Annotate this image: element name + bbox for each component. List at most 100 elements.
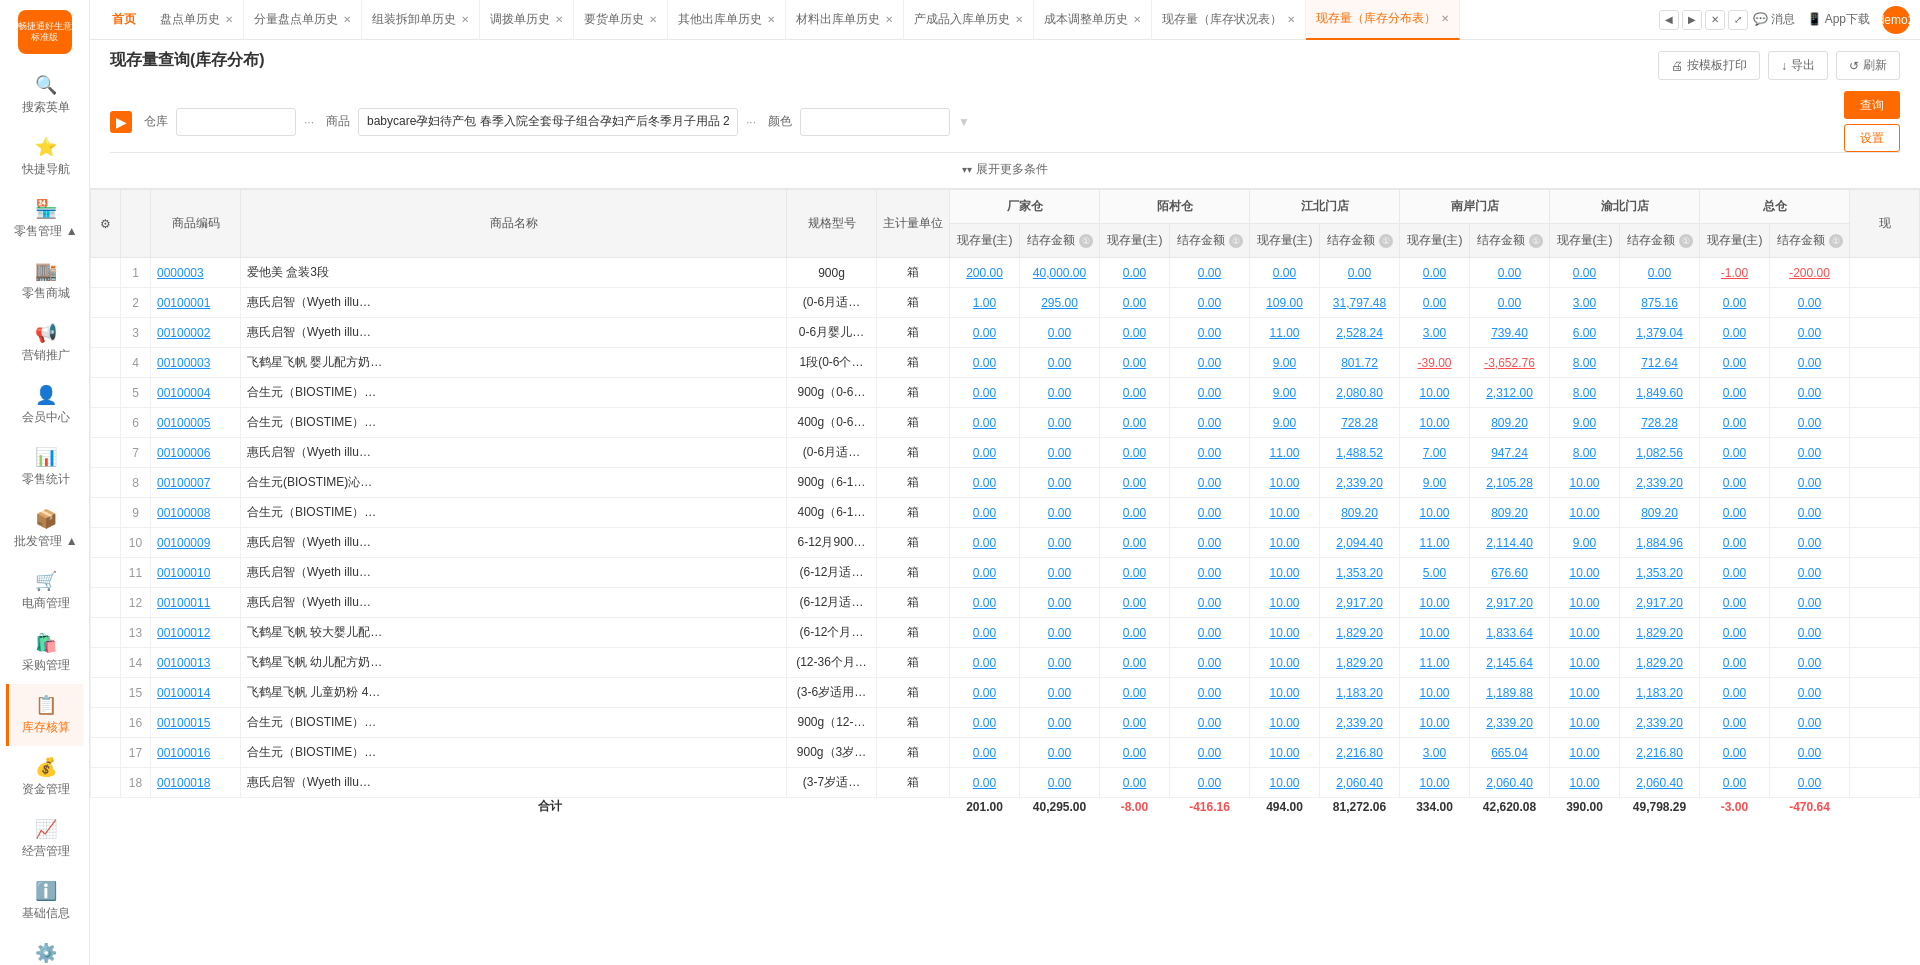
table-cell[interactable]: 5.00	[1400, 558, 1470, 588]
table-cell[interactable]: 9.00	[1550, 408, 1620, 438]
table-cell[interactable]: 0.00	[950, 318, 1020, 348]
table-cell[interactable]: 0.00	[1700, 378, 1770, 408]
table-cell[interactable]: 10.00	[1550, 468, 1620, 498]
row-code[interactable]: 00100014	[151, 678, 241, 708]
table-cell[interactable]: 2,528.24	[1320, 318, 1400, 348]
table-cell[interactable]: 2,339.20	[1620, 708, 1700, 738]
row-settings[interactable]	[91, 318, 121, 348]
query-button[interactable]: 查询	[1844, 91, 1900, 119]
table-cell[interactable]: 2,114.40	[1470, 528, 1550, 558]
table-cell[interactable]: 0.00	[950, 528, 1020, 558]
table-cell[interactable]: 0.00	[1770, 648, 1850, 678]
table-cell[interactable]: 0.00	[1100, 708, 1170, 738]
table-cell[interactable]: 0.00	[1100, 588, 1170, 618]
table-cell[interactable]: 0.00	[1400, 258, 1470, 288]
table-cell[interactable]: 801.72	[1320, 348, 1400, 378]
sidebar-item-search[interactable]: 🔍搜索英单	[6, 64, 82, 126]
table-cell[interactable]: 676.60	[1470, 558, 1550, 588]
nav-tab-8[interactable]: 成本调整单历史✕	[1034, 0, 1152, 40]
table-cell[interactable]: 10.00	[1550, 618, 1620, 648]
nav-tab-close-10[interactable]: ✕	[1441, 13, 1449, 24]
table-cell[interactable]: 1,829.20	[1620, 618, 1700, 648]
row-settings[interactable]	[91, 678, 121, 708]
table-cell[interactable]: 2,145.64	[1470, 648, 1550, 678]
table-cell[interactable]: 0.00	[1700, 558, 1770, 588]
table-cell[interactable]: 3.00	[1550, 288, 1620, 318]
table-cell[interactable]: 0.00	[1100, 258, 1170, 288]
table-cell[interactable]: 0.00	[1170, 528, 1250, 558]
row-settings[interactable]	[91, 768, 121, 798]
table-cell[interactable]: 2,339.20	[1470, 708, 1550, 738]
table-cell[interactable]: 0.00	[1700, 738, 1770, 768]
nav-close[interactable]: ✕	[1705, 10, 1725, 30]
table-cell[interactable]: 809.20	[1320, 498, 1400, 528]
table-cell[interactable]: 109.00	[1250, 288, 1320, 318]
row-code[interactable]: 00100002	[151, 318, 241, 348]
table-cell[interactable]: 2,312.00	[1470, 378, 1550, 408]
row-settings[interactable]	[91, 708, 121, 738]
table-cell[interactable]: 0.00	[950, 378, 1020, 408]
nav-arrow-right[interactable]: ▶	[1682, 10, 1702, 30]
table-cell[interactable]: 0.00	[1020, 348, 1100, 378]
row-settings[interactable]	[91, 468, 121, 498]
table-cell[interactable]: 0.00	[1170, 708, 1250, 738]
sidebar-item-wholesale[interactable]: 📦批发管理 ▲	[6, 498, 82, 560]
table-cell[interactable]: 11.00	[1250, 318, 1320, 348]
table-cell[interactable]: 0.00	[1100, 438, 1170, 468]
table-cell[interactable]: 0.00	[1020, 528, 1100, 558]
table-cell[interactable]: 0.00	[1170, 768, 1250, 798]
table-cell[interactable]: 1,488.52	[1320, 438, 1400, 468]
table-cell[interactable]: 0.00	[1700, 468, 1770, 498]
row-code[interactable]: 00100011	[151, 588, 241, 618]
row-code[interactable]: 00100007	[151, 468, 241, 498]
table-cell[interactable]: 0.00	[1020, 618, 1100, 648]
table-cell[interactable]: 10.00	[1250, 768, 1320, 798]
table-cell[interactable]: 809.20	[1470, 498, 1550, 528]
table-cell[interactable]: 0.00	[950, 408, 1020, 438]
table-cell[interactable]: 10.00	[1250, 738, 1320, 768]
sidebar-item-inventory[interactable]: 📋库存核算	[6, 684, 82, 746]
row-settings[interactable]	[91, 558, 121, 588]
table-cell[interactable]: 0.00	[1100, 378, 1170, 408]
table-cell[interactable]: 7.00	[1400, 438, 1470, 468]
table-cell[interactable]: 0.00	[1700, 408, 1770, 438]
table-cell[interactable]: 739.40	[1470, 318, 1550, 348]
nav-tab-6[interactable]: 材料出库单历史✕	[786, 0, 904, 40]
table-cell[interactable]: 0.00	[1700, 648, 1770, 678]
table-cell[interactable]: 1,829.20	[1320, 648, 1400, 678]
sidebar-item-operations[interactable]: 📈经营管理	[6, 808, 82, 870]
table-cell[interactable]: 0.00	[1170, 288, 1250, 318]
table-cell[interactable]: 40,000.00	[1020, 258, 1100, 288]
table-cell[interactable]: 0.00	[1170, 348, 1250, 378]
table-cell[interactable]: 0.00	[1770, 528, 1850, 558]
row-code[interactable]: 00100008	[151, 498, 241, 528]
table-cell[interactable]: 10.00	[1250, 498, 1320, 528]
table-cell[interactable]: 3.00	[1400, 738, 1470, 768]
nav-tab-4[interactable]: 要货单历史✕	[574, 0, 668, 40]
table-cell[interactable]: 2,216.80	[1320, 738, 1400, 768]
row-code[interactable]: 00100004	[151, 378, 241, 408]
table-cell[interactable]: 0.00	[1250, 258, 1320, 288]
table-cell[interactable]: 2,105.28	[1470, 468, 1550, 498]
nav-tab-close-2[interactable]: ✕	[461, 14, 469, 25]
table-cell[interactable]: 0.00	[1100, 318, 1170, 348]
filter-toggle[interactable]: ▶	[110, 111, 132, 133]
table-cell[interactable]: 10.00	[1250, 468, 1320, 498]
table-cell[interactable]: 0.00	[1020, 558, 1100, 588]
table-cell[interactable]: 2,917.20	[1320, 588, 1400, 618]
table-cell[interactable]: 0.00	[950, 468, 1020, 498]
row-settings[interactable]	[91, 378, 121, 408]
table-cell[interactable]: 0.00	[1170, 498, 1250, 528]
table-cell[interactable]: 10.00	[1250, 558, 1320, 588]
table-cell[interactable]: 11.00	[1250, 438, 1320, 468]
table-cell[interactable]: 8.00	[1550, 438, 1620, 468]
row-settings[interactable]	[91, 438, 121, 468]
nav-tab-3[interactable]: 调拨单历史✕	[480, 0, 574, 40]
sidebar-item-ecommerce[interactable]: 🛒电商管理	[6, 560, 82, 622]
table-cell[interactable]: 0.00	[1770, 708, 1850, 738]
table-cell[interactable]: 10.00	[1250, 648, 1320, 678]
table-cell[interactable]: 1,353.20	[1320, 558, 1400, 588]
row-code[interactable]: 00100015	[151, 708, 241, 738]
table-cell[interactable]: 2,917.20	[1620, 588, 1700, 618]
table-cell[interactable]: 0.00	[1170, 468, 1250, 498]
